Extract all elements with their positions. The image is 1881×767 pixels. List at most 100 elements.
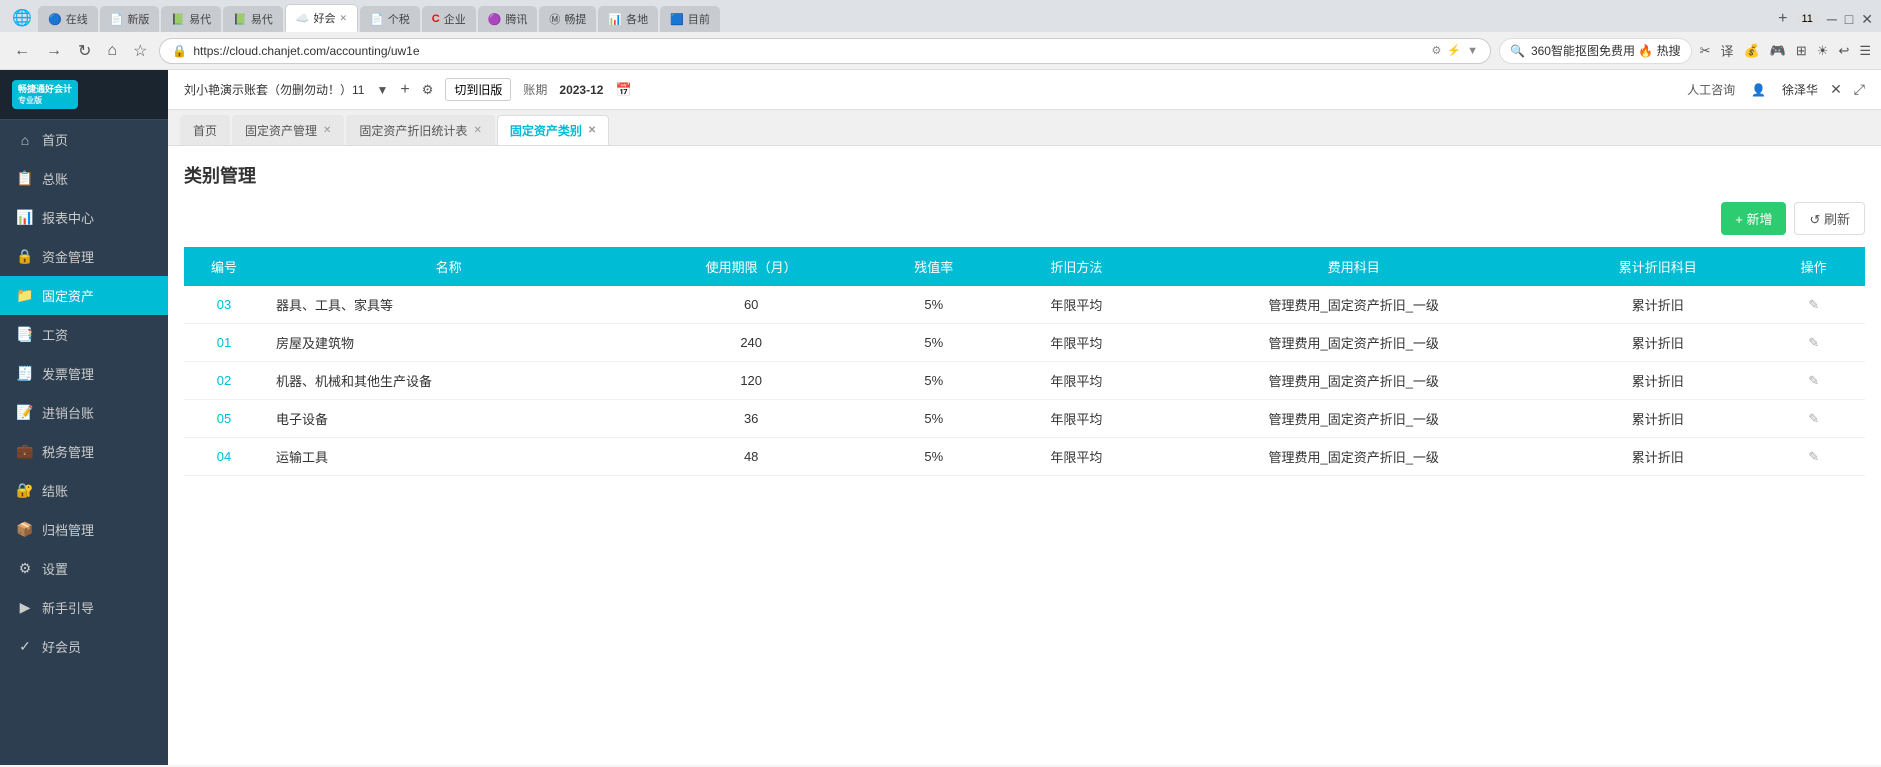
tab-label: 好会 — [314, 10, 336, 26]
sidebar-item-home[interactable]: ⌂ 首页 — [0, 120, 168, 159]
tab-yidai-2[interactable]: 📗 易代 — [223, 6, 283, 32]
tab-label: 畅提 — [564, 11, 586, 27]
tab-yidai-1[interactable]: 📗 易代 — [161, 6, 221, 32]
back-button[interactable]: ← — [10, 40, 34, 62]
tab-close-icon[interactable]: ✕ — [473, 125, 481, 136]
sidebar: 畅捷通好会计 专业版 ⌂ 首页 📋 总账 📊 报表中心 🔒 资金管理 📁 固定资… — [0, 70, 168, 765]
dropdown-account-button[interactable]: ▼ — [376, 83, 388, 97]
closing-icon: 🔐 — [16, 482, 34, 499]
page-tabs-bar: 首页 固定资产管理 ✕ 固定资产折旧统计表 ✕ 固定资产类别 ✕ — [168, 110, 1881, 146]
page-tab-home[interactable]: 首页 — [180, 115, 230, 145]
reload-button[interactable]: ↻ — [74, 39, 95, 63]
sidebar-item-label: 进销台账 — [42, 403, 94, 422]
grid-tool[interactable]: ⊞ — [1796, 43, 1807, 59]
table-row: 03 器具、工具、家具等 60 5% 年限平均 管理费用_固定资产折旧_一级 累… — [184, 286, 1865, 324]
search-label: 360智能抠图免费用 🔥 热搜 — [1531, 42, 1681, 59]
refresh-button[interactable]: ↺ 刷新 — [1794, 202, 1865, 235]
home-button[interactable]: ⌂ — [103, 40, 121, 62]
edit-icon[interactable]: ✎ — [1808, 373, 1819, 388]
sidebar-item-payroll[interactable]: 📑 工资 — [0, 315, 168, 354]
bookmark-button[interactable]: ☆ — [129, 39, 151, 63]
cell-residual: 5% — [869, 438, 998, 476]
add-button[interactable]: + 新增 — [1721, 202, 1786, 235]
page-tab-category[interactable]: 固定资产类别 ✕ — [497, 115, 609, 145]
sidebar-item-archive[interactable]: 📦 归档管理 — [0, 510, 168, 549]
edit-icon[interactable]: ✎ — [1808, 449, 1819, 464]
main-content: 刘小艳演示账套（勿删勿动！）11 ▼ + ⚙ 切到旧版 账期 2023-12 📅… — [168, 70, 1881, 765]
sidebar-item-fixed-assets[interactable]: 📁 固定资产 — [0, 276, 168, 315]
ledger-icon: 📋 — [16, 170, 34, 187]
page-tab-fixed-assets-mgmt[interactable]: 固定资产管理 ✕ — [232, 115, 344, 145]
add-account-button[interactable]: + — [400, 81, 409, 99]
tab-active[interactable]: ☁️ 好会 ✕ — [285, 4, 358, 32]
tab-qiye[interactable]: C 企业 — [422, 6, 476, 32]
cell-id[interactable]: 04 — [184, 438, 264, 476]
sidebar-item-funds[interactable]: 🔒 资金管理 — [0, 237, 168, 276]
tab-label: 目前 — [688, 11, 710, 27]
tab-changte[interactable]: Ⓜ 畅提 — [539, 6, 596, 32]
guide-icon: ▶ — [16, 599, 34, 616]
new-tab-button[interactable]: + — [1778, 10, 1787, 28]
cell-id[interactable]: 01 — [184, 324, 264, 362]
tab-zaixin[interactable]: 🔵 在线 — [38, 6, 98, 32]
close-window-button[interactable]: ✕ — [1861, 11, 1873, 28]
app-header: 刘小艳演示账套（勿删勿动！）11 ▼ + ⚙ 切到旧版 账期 2023-12 📅… — [168, 70, 1881, 110]
cell-expense: 管理费用_固定资产折旧_一级 — [1154, 362, 1553, 400]
cell-expense: 管理费用_固定资产折旧_一级 — [1154, 286, 1553, 324]
sidebar-item-sales[interactable]: 📝 进销台账 — [0, 393, 168, 432]
page-tab-depreciation-report[interactable]: 固定资产折旧统计表 ✕ — [346, 115, 494, 145]
tab-close-icon[interactable]: ✕ — [323, 125, 331, 136]
tab-tencent[interactable]: 🟣 腾讯 — [478, 6, 538, 32]
cell-action[interactable]: ✎ — [1762, 286, 1865, 324]
calendar-icon[interactable]: 📅 — [615, 82, 631, 98]
sidebar-item-label: 首页 — [42, 130, 68, 149]
tab-icon: C — [432, 13, 440, 25]
sidebar-item-settings[interactable]: ⚙ 设置 — [0, 549, 168, 588]
forward-button[interactable]: → — [42, 40, 66, 62]
scissors-tool[interactable]: ✂ — [1700, 43, 1711, 59]
tab-close-icon[interactable]: ✕ — [588, 125, 596, 136]
sidebar-item-tax[interactable]: 💼 税务管理 — [0, 432, 168, 471]
sidebar-item-reports[interactable]: 📊 报表中心 — [0, 198, 168, 237]
sidebar-item-guide[interactable]: ▶ 新手引导 — [0, 588, 168, 627]
cell-id[interactable]: 03 — [184, 286, 264, 324]
cell-id[interactable]: 02 — [184, 362, 264, 400]
expand-button[interactable]: ⤢ — [1854, 81, 1865, 98]
close-app-button[interactable]: ✕ — [1830, 81, 1842, 98]
sun-tool[interactable]: ☀ — [1817, 43, 1829, 59]
tab-gedi[interactable]: 📊 各地 — [598, 6, 658, 32]
consulting-link[interactable]: 人工咨询 — [1687, 81, 1735, 98]
translate-tool[interactable]: 译 — [1720, 41, 1733, 60]
table-row: 05 电子设备 36 5% 年限平均 管理费用_固定资产折旧_一级 累计折旧 ✎ — [184, 400, 1865, 438]
sidebar-item-ledger[interactable]: 📋 总账 — [0, 159, 168, 198]
sidebar-item-member[interactable]: ✓ 好会员 — [0, 627, 168, 666]
menu-tool[interactable]: ☰ — [1859, 43, 1871, 59]
edit-icon[interactable]: ✎ — [1808, 411, 1819, 426]
sidebar-item-label: 资金管理 — [42, 247, 94, 266]
tab-muqian[interactable]: 🟦 目前 — [660, 6, 720, 32]
cell-action[interactable]: ✎ — [1762, 362, 1865, 400]
cell-accum: 累计折旧 — [1553, 324, 1762, 362]
sidebar-item-closing[interactable]: 🔐 结账 — [0, 471, 168, 510]
switch-version-button[interactable]: 切到旧版 — [445, 78, 511, 101]
edit-icon[interactable]: ✎ — [1808, 297, 1819, 312]
security-icon: 🔒 — [172, 44, 187, 58]
cell-action[interactable]: ✎ — [1762, 438, 1865, 476]
tab-gesui[interactable]: 📄 个税 — [360, 6, 420, 32]
cell-action[interactable]: ✎ — [1762, 400, 1865, 438]
cell-action[interactable]: ✎ — [1762, 324, 1865, 362]
settings-account-button[interactable]: ⚙ — [422, 82, 434, 98]
tab-xinban[interactable]: 📄 新版 — [100, 6, 160, 32]
period-value: 2023-12 — [559, 83, 603, 97]
game-tool[interactable]: 🎮 — [1770, 43, 1786, 59]
tab-close-icon[interactable]: ✕ — [340, 13, 348, 24]
edit-icon[interactable]: ✎ — [1808, 335, 1819, 350]
page-toolbar: + 新增 ↺ 刷新 — [184, 202, 1865, 235]
cell-id[interactable]: 05 — [184, 400, 264, 438]
wallet-tool[interactable]: 💰 — [1744, 43, 1760, 59]
address-bar-input[interactable] — [193, 44, 1425, 58]
minimize-button[interactable]: ─ — [1827, 11, 1837, 27]
maximize-button[interactable]: □ — [1845, 11, 1853, 27]
sidebar-item-invoice[interactable]: 🧾 发票管理 — [0, 354, 168, 393]
undo-tool[interactable]: ↩ — [1838, 43, 1849, 59]
